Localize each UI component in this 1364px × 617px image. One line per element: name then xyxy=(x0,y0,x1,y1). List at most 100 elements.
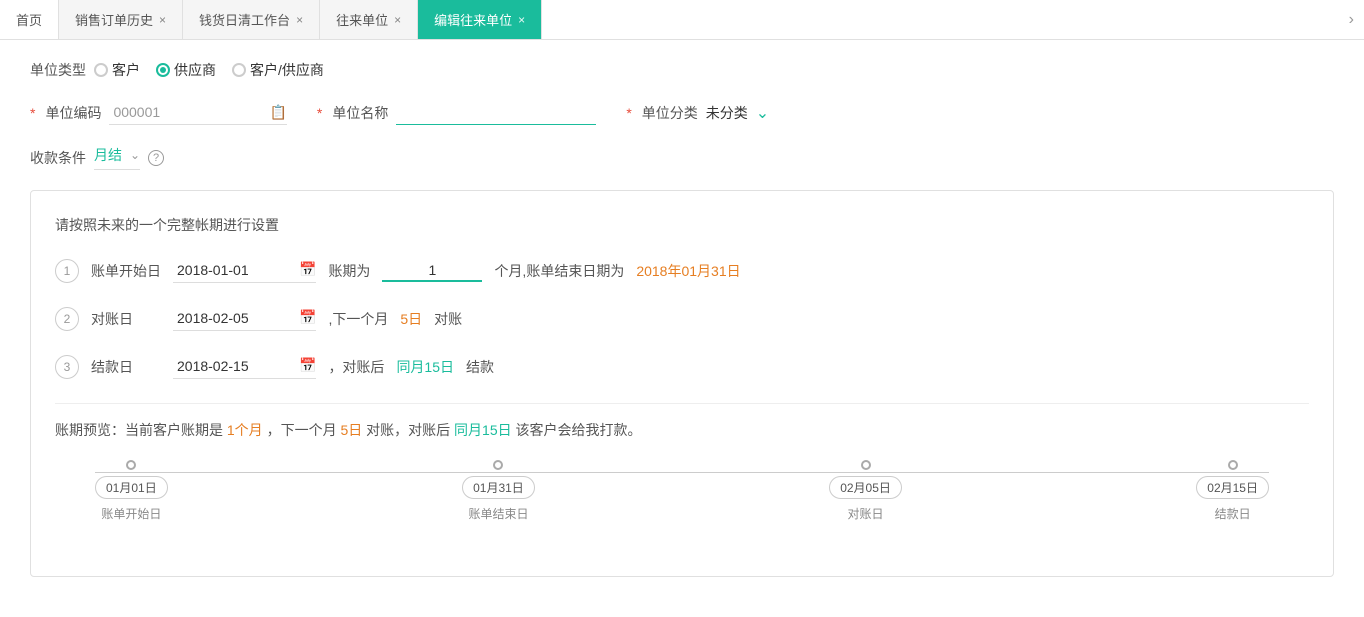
payment-terms-value: 月结 xyxy=(94,145,122,165)
tab-edit-partner-close[interactable]: × xyxy=(518,13,525,27)
tab-cash-work[interactable]: 钱货日清工作台 × xyxy=(183,0,320,39)
tab-sales-history-close[interactable]: × xyxy=(159,13,166,27)
radio-supplier-circle xyxy=(156,63,170,77)
payment-terms-dropdown[interactable]: 月结 ⌄ xyxy=(94,145,140,170)
tab-expand-button[interactable]: › xyxy=(1339,0,1364,39)
payment-terms-label: 收款条件 xyxy=(30,148,86,168)
timeline-label-3: 对账日 xyxy=(848,505,884,522)
timeline-badge-4: 02月15日 xyxy=(1196,476,1269,499)
timeline-badge-1: 01月01日 xyxy=(95,476,168,499)
step-1-desc-prefix: 账期为 xyxy=(328,261,370,281)
step-1-end-date: 2018年01月31日 xyxy=(636,261,740,281)
preview-mid2: 对账，对账后 xyxy=(366,422,450,438)
unit-type-row: 单位类型 客户 供应商 客户/供应商 xyxy=(30,60,1334,80)
tab-cash-work-label: 钱货日清工作台 xyxy=(199,10,290,29)
step-1-row: 1 账单开始日 📅 账期为 个月,账单结束日期为 2018年01月31日 xyxy=(55,259,1309,283)
preview-reconcile: 5日 xyxy=(340,422,362,438)
radio-customer[interactable]: 客户 xyxy=(94,60,140,80)
unit-category-arrow[interactable]: ⌄ xyxy=(756,103,769,123)
tab-sales-history-label: 销售订单历史 xyxy=(75,10,153,29)
preview-label: 账期预览：当前客户账期是 xyxy=(55,422,223,438)
step-3-date-input[interactable] xyxy=(173,356,293,376)
radio-customer-label: 客户 xyxy=(112,60,140,80)
timeline-node-4: 02月15日 结款日 xyxy=(1196,460,1269,522)
timeline-node-3: 02月05日 对账日 xyxy=(829,460,902,522)
unit-category-star: * xyxy=(626,105,631,121)
step-2-row: 2 对账日 📅 ,下一个月5日 对账 xyxy=(55,307,1309,331)
step-3-desc-2: 结款 xyxy=(466,357,494,377)
timeline: 01月01日 账单开始日 01月31日 账单结束日 02月05日 对账日 xyxy=(95,460,1269,522)
step-1-label: 账单开始日 xyxy=(91,261,161,281)
unit-name-input[interactable] xyxy=(396,100,596,125)
step-1-date-input[interactable] xyxy=(173,260,293,280)
timeline-dot-3 xyxy=(861,460,871,470)
unit-name-group: * 单位名称 xyxy=(317,100,596,125)
tab-sales-history[interactable]: 销售订单历史 × xyxy=(59,0,183,39)
panel-title: 请按照未来的一个完整帐期进行设置 xyxy=(55,215,1309,235)
unit-name-star: * xyxy=(317,105,322,121)
step-2-cal-icon[interactable]: 📅 xyxy=(299,309,316,326)
unit-code-input[interactable] xyxy=(109,100,269,124)
preview-period: 1个月 xyxy=(227,422,263,438)
unit-category-dropdown[interactable]: 未分类 ⌄ xyxy=(706,103,769,123)
radio-both[interactable]: 客户/供应商 xyxy=(232,60,324,80)
tab-partners[interactable]: 往来单位 × xyxy=(320,0,418,39)
timeline-label-1: 账单开始日 xyxy=(101,505,161,522)
timeline-dot-2 xyxy=(493,460,503,470)
unit-code-icon[interactable]: 📋 xyxy=(269,104,286,121)
main-content: 单位类型 客户 供应商 客户/供应商 * 单位编码 xyxy=(0,40,1364,617)
tab-edit-partner-label: 编辑往来单位 xyxy=(434,10,512,29)
tab-edit-partner[interactable]: 编辑往来单位 × xyxy=(418,0,542,39)
step-1-period-input[interactable] xyxy=(382,260,482,282)
step-1-cal-icon[interactable]: 📅 xyxy=(299,261,316,278)
timeline-dot-1 xyxy=(126,460,136,470)
settings-panel: 请按照未来的一个完整帐期进行设置 1 账单开始日 📅 账期为 个月,账单结束日期… xyxy=(30,190,1334,577)
preview-payment: 同月15日 xyxy=(454,422,512,438)
step-3-number: 3 xyxy=(55,355,79,379)
timeline-node-2: 01月31日 账单结束日 xyxy=(462,460,535,522)
radio-supplier[interactable]: 供应商 xyxy=(156,60,216,80)
timeline-node-start: 01月01日 账单开始日 xyxy=(95,460,168,522)
radio-both-label: 客户/供应商 xyxy=(250,60,324,80)
radio-supplier-label: 供应商 xyxy=(174,60,216,80)
unit-category-label: 单位分类 xyxy=(642,103,698,123)
unit-type-label: 单位类型 xyxy=(30,60,86,80)
payment-terms-help-icon[interactable]: ? xyxy=(148,150,164,166)
radio-customer-circle xyxy=(94,63,108,77)
unit-code-label: 单位编码 xyxy=(45,103,101,123)
timeline-label-2: 账单结束日 xyxy=(468,505,528,522)
tab-bar: 首页 销售订单历史 × 钱货日清工作台 × 往来单位 × 编辑往来单位 × › xyxy=(0,0,1364,40)
step-3-highlight: 同月15日 xyxy=(396,357,454,377)
preview-mid: ，下一个月 xyxy=(267,422,337,438)
preview-text: 账期预览：当前客户账期是 1个月 ，下一个月 5日 对账，对账后 同月15日 该… xyxy=(55,420,1309,440)
tab-cash-work-close[interactable]: × xyxy=(296,13,303,27)
tab-partners-close[interactable]: × xyxy=(394,13,401,27)
step-2-highlight: 5日 xyxy=(400,309,422,329)
step-1-number: 1 xyxy=(55,259,79,283)
step-2-desc-2: 对账 xyxy=(434,309,462,329)
step-2-desc-1: ,下一个月 xyxy=(328,309,388,329)
tab-partners-label: 往来单位 xyxy=(336,10,388,29)
unit-code-input-wrap: 📋 xyxy=(109,100,286,125)
timeline-dot-4 xyxy=(1228,460,1238,470)
payment-terms-row: 收款条件 月结 ⌄ ? xyxy=(30,145,1334,170)
unit-type-group: 单位类型 客户 供应商 客户/供应商 xyxy=(30,60,324,80)
unit-name-label: 单位名称 xyxy=(332,103,388,123)
step-1-desc-suffix: 个月,账单结束日期为 xyxy=(494,261,624,281)
timeline-badge-3: 02月05日 xyxy=(829,476,902,499)
tab-home-label: 首页 xyxy=(16,10,42,29)
unit-code-star: * xyxy=(30,105,35,121)
unit-category-group: * 单位分类 未分类 ⌄ xyxy=(626,103,769,123)
radio-both-circle xyxy=(232,63,246,77)
preview-bar: 账期预览：当前客户账期是 1个月 ，下一个月 5日 对账，对账后 同月15日 该… xyxy=(55,403,1309,522)
step-3-row: 3 结款日 📅 ，对账后 同月15日 结款 xyxy=(55,355,1309,379)
step-3-label: 结款日 xyxy=(91,357,161,377)
unit-info-row: * 单位编码 📋 * 单位名称 * 单位分类 未分类 ⌄ xyxy=(30,100,1334,125)
tab-home[interactable]: 首页 xyxy=(0,0,59,39)
step-3-cal-icon[interactable]: 📅 xyxy=(299,357,316,374)
step-2-number: 2 xyxy=(55,307,79,331)
step-3-date-wrap: 📅 xyxy=(173,356,316,379)
radio-group: 客户 供应商 客户/供应商 xyxy=(94,60,324,80)
step-2-date-input[interactable] xyxy=(173,308,293,328)
payment-terms-arrow[interactable]: ⌄ xyxy=(130,148,140,162)
